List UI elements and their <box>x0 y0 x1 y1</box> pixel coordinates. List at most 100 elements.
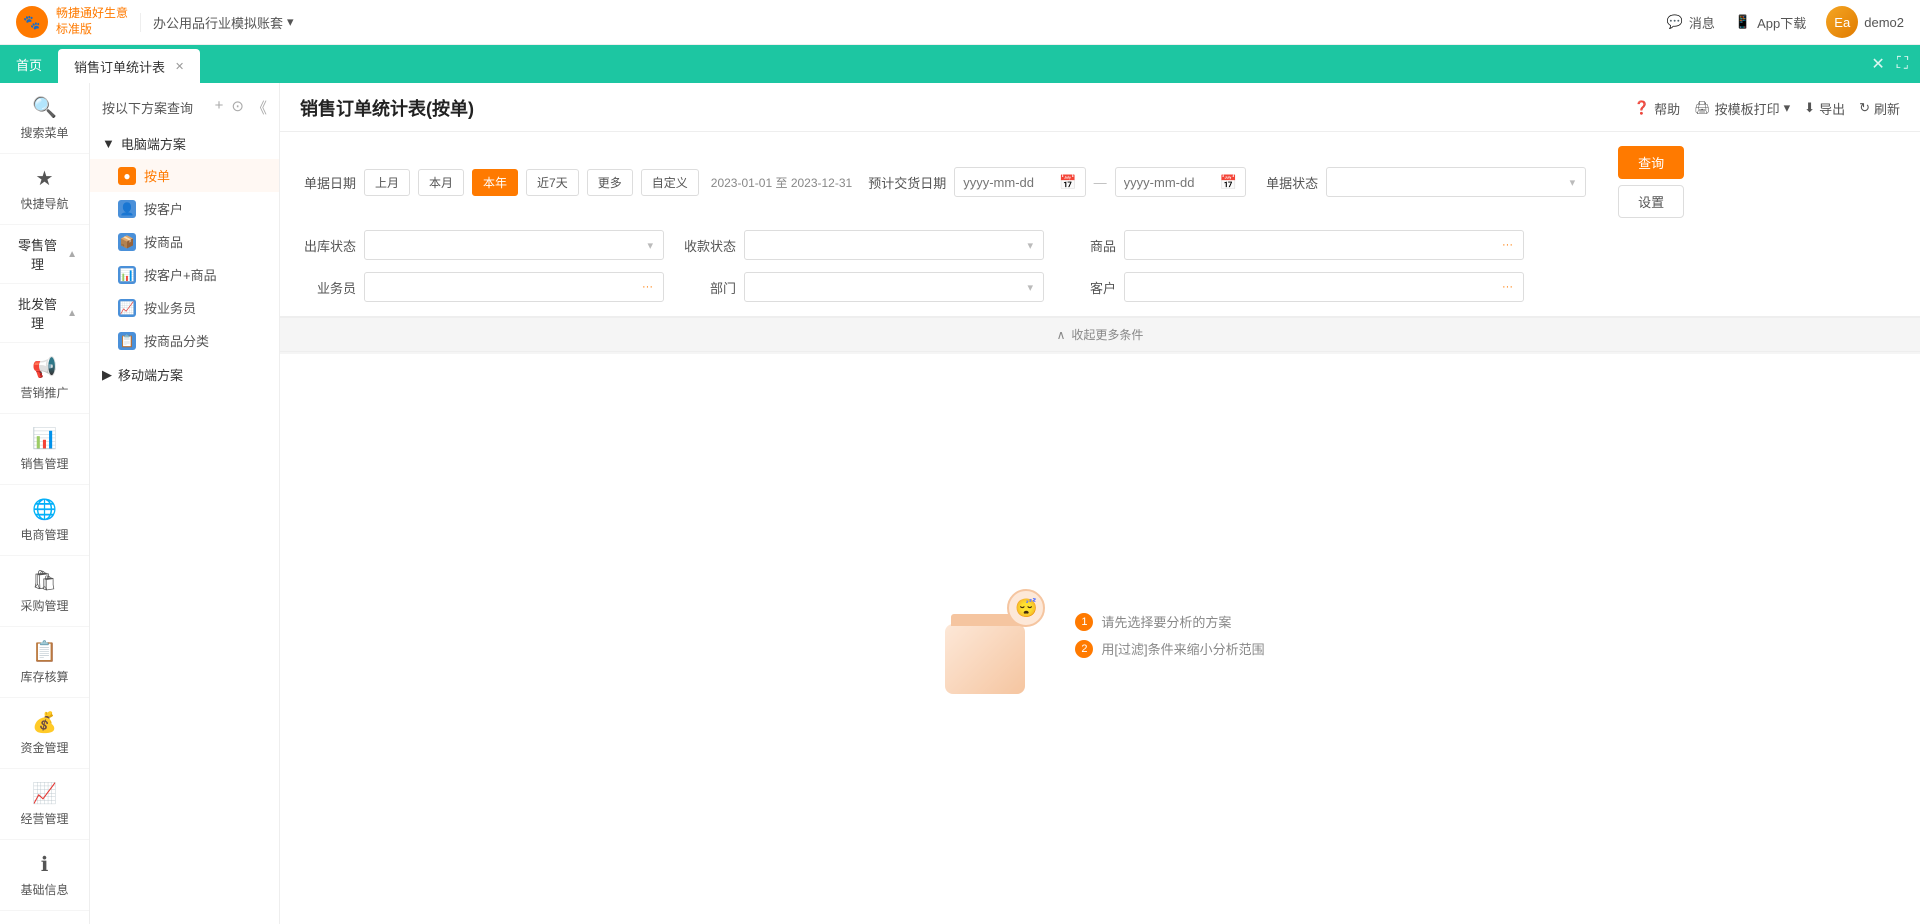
inventory-icon: 📋 <box>32 639 57 664</box>
payment-select[interactable]: ▾ <box>744 230 1044 260</box>
sidebar-item-purchase[interactable]: 🛍 采购管理 <box>0 556 89 627</box>
scheme-item-by-customer[interactable]: 👤 按客户 <box>90 192 279 225</box>
tab-bar: 首页 销售订单统计表 ✕ ✕ ⛶ <box>0 45 1920 83</box>
payment-label: 收款状态 <box>680 236 736 255</box>
empty-hints: 1 请先选择要分析的方案 2 用[过滤]条件来缩小分析范围 <box>1075 612 1264 666</box>
calendar-start-icon[interactable]: 📅 <box>1059 174 1076 191</box>
date-separator: — <box>1094 175 1107 190</box>
collapse-bar[interactable]: ∧ 收起更多条件 <box>280 317 1920 352</box>
avatar: Ea <box>1826 6 1858 38</box>
scheme-group-mobile-title[interactable]: ▶ 移动端方案 <box>90 359 279 390</box>
collapsed-icon: ▶ <box>102 367 112 383</box>
basic-icon: ℹ <box>41 852 49 877</box>
goods-select[interactable]: ··· <box>1124 230 1524 260</box>
tab-expand-icon[interactable]: ⛶ <box>1897 55 1908 73</box>
sidebar-item-retail[interactable]: 零售管理 ▲ <box>0 225 89 284</box>
date-btn-last-month[interactable]: 上月 <box>364 169 410 196</box>
sidebar-item-ecommerce[interactable]: 🌐 电商管理 <box>0 485 89 556</box>
collapse-panel-button[interactable]: 《 <box>252 97 267 118</box>
finance-icon: 💰 <box>32 710 57 735</box>
status-label: 单据状态 <box>1262 173 1318 192</box>
delivery-label: 出库状态 <box>300 236 356 255</box>
download-icon: 📱 <box>1735 14 1751 30</box>
tab-close-window-icon[interactable]: ✕ <box>1871 54 1884 74</box>
goods-ellipsis-icon: ··· <box>1502 239 1513 251</box>
delivery-filter-group: 出库状态 ▾ <box>300 230 664 260</box>
print-chevron-icon: ▾ <box>1784 100 1791 116</box>
sidebar-item-finance[interactable]: 💰 资金管理 <box>0 698 89 769</box>
scheme-item-by-staff[interactable]: 📈 按业务员 <box>90 291 279 324</box>
by-cust-prod-icon: 📊 <box>118 266 136 284</box>
date-btn-7days[interactable]: 近7天 <box>526 169 579 196</box>
empty-hint-1: 1 请先选择要分析的方案 <box>1075 612 1264 631</box>
calendar-end-icon[interactable]: 📅 <box>1220 174 1237 191</box>
app-selector[interactable]: 办公用品行业模拟账套 ▾ <box>140 13 294 32</box>
staff-filter-group: 业务员 ··· <box>300 272 664 302</box>
settings-scheme-button[interactable]: ⊙ <box>231 97 244 118</box>
empty-box <box>945 624 1025 694</box>
message-nav-item[interactable]: 💬 消息 <box>1667 13 1715 32</box>
operations-icon: 📈 <box>32 781 57 806</box>
scheme-item-by-order[interactable]: ● 按单 <box>90 159 279 192</box>
search-icon: 🔍 <box>32 95 57 120</box>
staff-label: 业务员 <box>300 278 356 297</box>
filter-area: 单据日期 上月 本月 本年 近7天 更多 自定义 2023-01-01 至 20… <box>280 132 1920 317</box>
tab-close-icon[interactable]: ✕ <box>175 60 184 73</box>
add-scheme-button[interactable]: + <box>215 97 224 118</box>
status-select[interactable]: ▾ <box>1326 167 1586 197</box>
nav-sidebar: 🔍 搜索菜单 ★ 快捷导航 零售管理 ▲ 批发管理 ▲ 📢 营销推广 📊 销售管… <box>0 83 90 924</box>
sidebar-item-quick[interactable]: ★ 快捷导航 <box>0 154 89 225</box>
date-btn-this-year[interactable]: 本年 <box>472 169 518 196</box>
help-icon: ❓ <box>1634 100 1650 116</box>
customer-label: 客户 <box>1060 278 1116 297</box>
tab-bar-actions: ✕ ⛶ <box>1871 54 1920 74</box>
help-button[interactable]: ❓ 帮助 <box>1634 99 1680 118</box>
sidebar-item-operations[interactable]: 📈 经营管理 <box>0 769 89 840</box>
scheme-group-pc-title[interactable]: ▼ 电脑端方案 <box>90 128 279 159</box>
delivery-select[interactable]: ▾ <box>364 230 664 260</box>
left-panel-header: 按以下方案查询 + ⊙ 《 <box>90 91 279 128</box>
app-download-nav-item[interactable]: 📱 App下载 <box>1735 13 1806 32</box>
export-icon: ⬇ <box>1804 100 1815 116</box>
export-button[interactable]: ⬇ 导出 <box>1804 99 1845 118</box>
staff-select[interactable]: ··· <box>364 272 664 302</box>
sidebar-item-basic[interactable]: ℹ 基础信息 <box>0 840 89 911</box>
collapse-up-icon: ∧ <box>1057 328 1066 342</box>
expected-date-end-input[interactable] <box>1124 175 1214 190</box>
user-nav-item[interactable]: Ea demo2 <box>1826 6 1904 38</box>
refresh-button[interactable]: ↻ 刷新 <box>1859 99 1900 118</box>
sidebar-item-marketing[interactable]: 📢 营销推广 <box>0 343 89 414</box>
delivery-chevron-icon: ▾ <box>647 239 653 252</box>
by-category-icon: 📋 <box>118 332 136 350</box>
main-content: 🔍 搜索菜单 ★ 快捷导航 零售管理 ▲ 批发管理 ▲ 📢 营销推广 📊 销售管… <box>0 83 1920 924</box>
tab-home[interactable]: 首页 <box>0 45 58 83</box>
sidebar-item-search[interactable]: 🔍 搜索菜单 <box>0 83 89 154</box>
expected-date-start-input[interactable] <box>963 175 1053 190</box>
date-btn-more[interactable]: 更多 <box>587 169 633 196</box>
dept-select[interactable]: ▾ <box>744 272 1044 302</box>
payment-filter-group: 收款状态 ▾ <box>680 230 1044 260</box>
template-print-button[interactable]: 🖨 按模板打印 ▾ <box>1694 99 1790 118</box>
date-btn-custom[interactable]: 自定义 <box>641 169 699 196</box>
empty-hint-2: 2 用[过滤]条件来缩小分析范围 <box>1075 639 1264 658</box>
query-button[interactable]: 查询 <box>1618 146 1684 179</box>
expected-date-start-wrapper: 📅 <box>954 167 1085 197</box>
sidebar-item-sales[interactable]: 📊 销售管理 <box>0 414 89 485</box>
date-btn-this-month[interactable]: 本月 <box>418 169 464 196</box>
setting-button[interactable]: 设置 <box>1618 185 1684 218</box>
tab-sales-order[interactable]: 销售订单统计表 ✕ <box>58 49 200 83</box>
customer-select[interactable]: ··· <box>1124 272 1524 302</box>
message-icon: 💬 <box>1667 14 1683 30</box>
by-staff-icon: 📈 <box>118 299 136 317</box>
scheme-item-by-cust-prod[interactable]: 📊 按客户+商品 <box>90 258 279 291</box>
scheme-item-by-category[interactable]: 📋 按商品分类 <box>90 324 279 357</box>
scheme-item-by-product[interactable]: 📦 按商品 <box>90 225 279 258</box>
empty-illustration: 😴 <box>935 584 1045 694</box>
sidebar-item-inventory[interactable]: 📋 库存核算 <box>0 627 89 698</box>
by-customer-icon: 👤 <box>118 200 136 218</box>
sidebar-item-wholesale[interactable]: 批发管理 ▲ <box>0 284 89 343</box>
date-label: 单据日期 <box>300 173 356 192</box>
filter-row-3: 业务员 ··· 部门 ▾ 客户 <box>300 272 1900 302</box>
logo-area: 🐾 畅捷通好生意 标准版 <box>16 6 128 38</box>
sidebar-item-system[interactable]: ⚙ 系统管理 <box>0 911 89 924</box>
